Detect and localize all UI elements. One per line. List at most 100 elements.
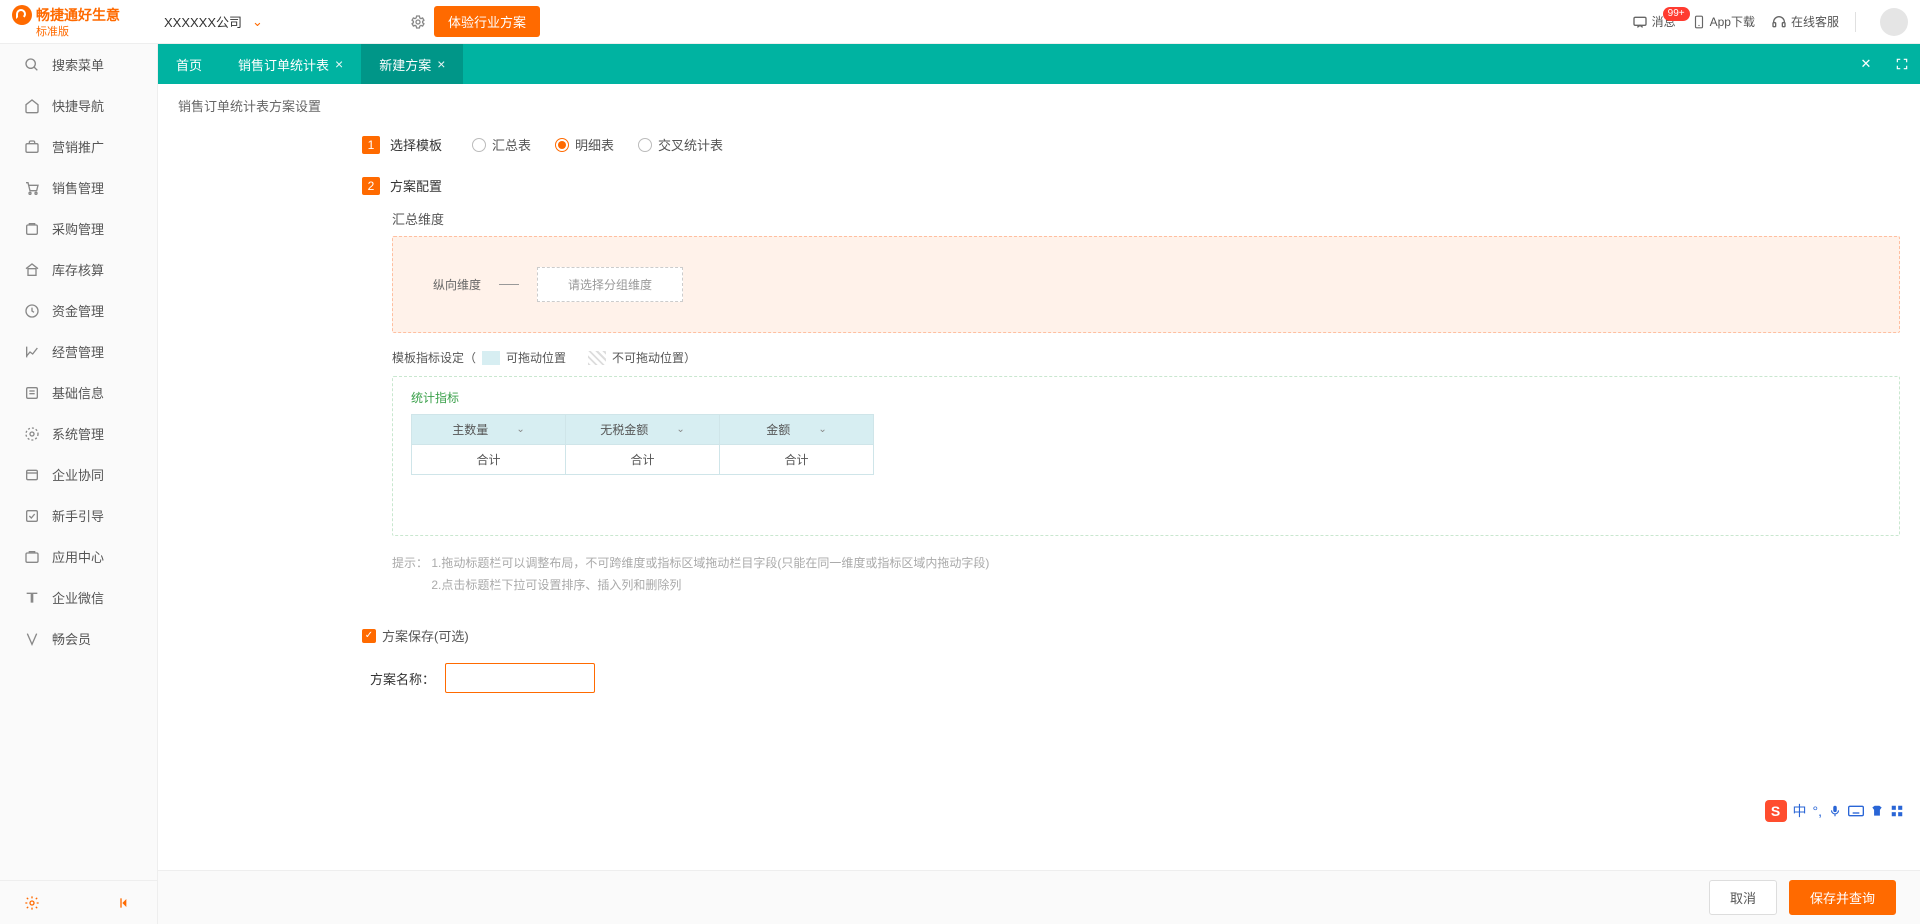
sidebar-item[interactable]: 基础信息 <box>0 372 157 413</box>
radio-icon <box>638 138 652 152</box>
footer: 取消 保存并查询 <box>158 870 1920 924</box>
ime-keyboard-icon[interactable] <box>1848 805 1864 817</box>
sidebar-item[interactable]: 应用中心 <box>0 536 157 577</box>
sidebar-item[interactable]: 新手引导 <box>0 495 157 536</box>
sidebar-icon <box>24 262 40 278</box>
indicator-title: 统计指标 <box>411 389 1881 406</box>
radio-icon <box>555 138 569 152</box>
tab[interactable]: 销售订单统计表 × <box>220 44 361 84</box>
checkbox-icon: ✓ <box>362 629 376 643</box>
cancel-button[interactable]: 取消 <box>1709 880 1777 915</box>
app-download-button[interactable]: App下载 <box>1692 13 1755 30</box>
sidebar-item[interactable]: 系统管理 <box>0 413 157 454</box>
step-2: 2 方案配置 <box>158 168 1920 209</box>
sidebar-item[interactable]: 资金管理 <box>0 290 157 331</box>
online-support-button[interactable]: 在线客服 <box>1771 13 1839 30</box>
page-title: 销售订单统计表方案设置 <box>158 84 1920 127</box>
close-icon[interactable]: × <box>335 56 343 72</box>
chat-icon <box>1632 14 1648 30</box>
plan-name-input[interactable] <box>445 663 595 693</box>
tab-label: 销售订单统计表 <box>238 55 329 74</box>
edition-label: 标准版 <box>36 23 69 39</box>
tab-close-all-button[interactable]: ✕ <box>1848 44 1884 84</box>
sidebar-item[interactable]: 搜索菜单 <box>0 44 157 85</box>
indicator-total-cell: 合计 <box>566 445 720 475</box>
sidebar-item[interactable]: 企业协同 <box>0 454 157 495</box>
sidebar-icon <box>24 221 40 237</box>
indicator-column-header[interactable]: 无税金额 ⌄ <box>566 415 720 445</box>
sidebar-icon <box>24 549 40 565</box>
fullscreen-button[interactable] <box>1884 44 1920 84</box>
chevron-down-icon: ⌄ <box>676 424 684 435</box>
save-checkbox-label: 方案保存(可选) <box>382 626 469 645</box>
settings-icon[interactable] <box>24 895 40 911</box>
sidebar-item-label: 应用中心 <box>52 547 104 566</box>
headset-icon <box>1771 14 1787 30</box>
tab-label: 新建方案 <box>379 55 431 74</box>
collapse-icon[interactable] <box>117 895 133 911</box>
phone-icon <box>1692 14 1706 30</box>
sidebar-icon <box>24 344 40 360</box>
ime-mic-icon[interactable] <box>1828 804 1842 818</box>
indicator-column-header[interactable]: 主数量⌄ <box>412 415 566 445</box>
chevron-down-icon: ⌄ <box>252 14 263 30</box>
content: 销售订单统计表方案设置 1 选择模板 汇总表 明细表 交叉统计表 2 方案配置 汇总… <box>158 84 1920 870</box>
sidebar-item[interactable]: 畅会员 <box>0 618 157 659</box>
avatar[interactable] <box>1880 8 1908 36</box>
logo-icon <box>12 5 32 25</box>
close-icon[interactable]: × <box>437 56 445 72</box>
sidebar-item[interactable]: 库存核算 <box>0 249 157 290</box>
sidebar-item-label: 销售管理 <box>52 178 104 197</box>
template-radio-group: 汇总表 明细表 交叉统计表 <box>472 135 723 154</box>
sidebar-icon <box>24 590 40 606</box>
indicator-box: 统计指标 主数量⌄无税金额⌄金额⌄ 合计合计合计 <box>392 376 1900 536</box>
sidebar-item[interactable]: 营销推广 <box>0 126 157 167</box>
ime-punct-icon[interactable]: °, <box>1813 803 1823 819</box>
sidebar-item-label: 营销推广 <box>52 137 104 156</box>
gear-icon[interactable] <box>402 14 434 30</box>
ime-toolbox-icon[interactable] <box>1890 804 1904 818</box>
hint-2: 2.点击标题栏下拉可设置排序、插入列和删除列 <box>431 578 681 592</box>
swatch-locked <box>588 351 606 365</box>
save-and-query-button[interactable]: 保存并查询 <box>1789 880 1896 915</box>
chevron-down-icon: ⌄ <box>818 424 826 435</box>
messages-button[interactable]: 消息 99+ <box>1632 13 1676 30</box>
step-1-label: 选择模板 <box>390 135 442 154</box>
radio-label: 交叉统计表 <box>658 135 723 154</box>
ime-logo-icon[interactable]: S <box>1765 800 1787 822</box>
try-solution-button[interactable]: 体验行业方案 <box>434 6 540 37</box>
tab[interactable]: 首页 <box>158 44 220 84</box>
sidebar-item[interactable]: 企业微信 <box>0 577 157 618</box>
template-radio[interactable]: 交叉统计表 <box>638 135 723 154</box>
group-dimension-input[interactable]: 请选择分组维度 <box>537 267 683 302</box>
sidebar-item[interactable]: 快捷导航 <box>0 85 157 126</box>
template-radio[interactable]: 汇总表 <box>472 135 531 154</box>
sidebar-item[interactable]: 销售管理 <box>0 167 157 208</box>
sidebar-icon <box>24 98 40 114</box>
dimension-box: 纵向维度 请选择分组维度 <box>392 236 1900 333</box>
template-radio[interactable]: 明细表 <box>555 135 614 154</box>
step-number: 1 <box>362 136 380 154</box>
sidebar-item-label: 资金管理 <box>52 301 104 320</box>
header-right: 消息 99+ App下载 在线客服 <box>1632 8 1908 36</box>
column-label: 无税金额 <box>600 421 648 438</box>
legend-locked: 不可拖动位置） <box>612 349 696 366</box>
divider <box>1855 12 1856 32</box>
save-section: ✓ 方案保存(可选) 方案名称： <box>158 616 1920 693</box>
axis-label: 纵向维度 <box>433 276 481 293</box>
sidebar-icon <box>24 631 40 647</box>
indicator-column-header[interactable]: 金额⌄ <box>720 415 874 445</box>
ime-skin-icon[interactable] <box>1870 804 1884 818</box>
ime-toolbar: S 中 °, <box>1761 798 1909 824</box>
ime-lang-icon[interactable]: 中 <box>1793 801 1807 821</box>
sidebar-icon <box>24 508 40 524</box>
axis-line <box>499 284 519 285</box>
sidebar-icon <box>24 385 40 401</box>
company-select[interactable]: XXXXXX公司 ⌄ <box>152 12 402 31</box>
sidebar-item[interactable]: 采购管理 <box>0 208 157 249</box>
sidebar-item[interactable]: 经营管理 <box>0 331 157 372</box>
sidebar-item-label: 采购管理 <box>52 219 104 238</box>
sidebar-item-label: 快捷导航 <box>52 96 104 115</box>
save-checkbox-row[interactable]: ✓ 方案保存(可选) <box>362 626 1900 645</box>
tab[interactable]: 新建方案 × <box>361 44 463 84</box>
